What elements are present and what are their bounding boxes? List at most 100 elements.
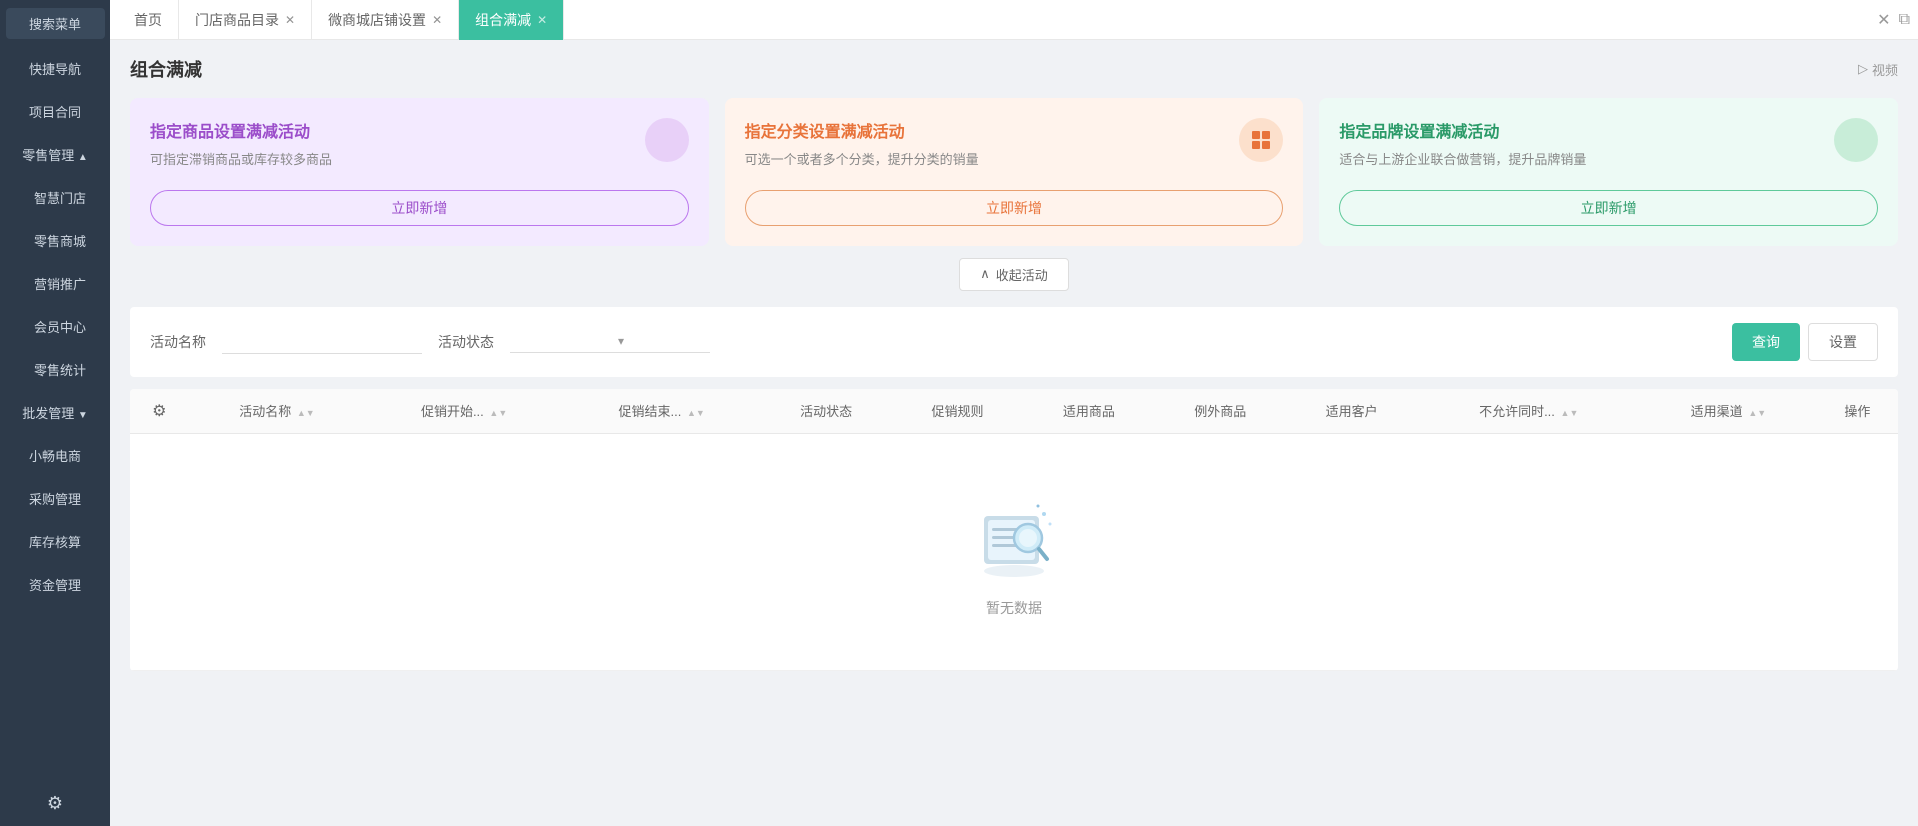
tab-store-catalog-close[interactable]: ✕ xyxy=(285,13,295,27)
sidebar-item-inventory[interactable]: 库存核算 xyxy=(0,520,110,563)
category-card-desc: 可选一个或者多个分类，提升分类的销量 xyxy=(745,150,1284,170)
filter-bar: 活动名称 活动状态 ▾ 查询 设置 xyxy=(130,307,1898,377)
tab-combo-discount-close[interactable]: ✕ xyxy=(537,13,547,27)
empty-illustration xyxy=(964,486,1064,586)
tab-store-catalog[interactable]: 门店商品目录 ✕ xyxy=(179,0,312,40)
table-wrapper: ⚙ 活动名称 ▲▼ 促销开始... ▲▼ 促销结束... ▲▼ xyxy=(130,389,1898,671)
sort-no-concurrent-icon[interactable]: ▲▼ xyxy=(1561,408,1579,418)
tab-combo-discount-label: 组合满减 xyxy=(475,10,531,30)
brand-card-add-button[interactable]: 立即新增 xyxy=(1339,190,1878,226)
sidebar-item-quick-nav[interactable]: 快捷导航 xyxy=(0,47,110,90)
sidebar-item-label: 批发管理 ▼ xyxy=(22,403,88,422)
tab-home-label: 首页 xyxy=(134,10,162,30)
col-activity-name: 活动名称 ▲▼ xyxy=(189,389,366,434)
sidebar-item-smart-store[interactable]: 智慧门店 xyxy=(0,176,110,219)
tab-combo-discount[interactable]: 组合满减 ✕ xyxy=(459,0,564,40)
collapse-bar: ∧ 收起活动 xyxy=(130,258,1898,291)
tab-store-catalog-label: 门店商品目录 xyxy=(195,10,279,30)
activity-status-value xyxy=(510,337,610,345)
activity-name-label: 活动名称 xyxy=(150,332,206,352)
sidebar-item-label: 营销推广 xyxy=(34,274,86,293)
content-area: 组合满减 ▷ 视频 指定商品设置满减活动 🛍 可指定滞销商品或库存较多商品 立即… xyxy=(110,40,1918,826)
setting-button[interactable]: 设置 xyxy=(1808,323,1878,361)
activity-status-select[interactable]: ▾ xyxy=(510,330,710,353)
filter-buttons: 查询 设置 xyxy=(1732,323,1878,361)
brand-card-title: 指定品牌设置满减活动 xyxy=(1339,118,1878,142)
brand-card-desc: 适合与上游企业联合做营销，提升品牌销量 xyxy=(1339,150,1878,170)
sidebar-item-purchase-mgmt[interactable]: 采购管理 xyxy=(0,477,110,520)
sidebar-item-retail-mgmt[interactable]: 零售管理 ▲ xyxy=(0,133,110,176)
video-link[interactable]: ▷ 视频 xyxy=(1858,60,1898,79)
video-label: 视频 xyxy=(1872,60,1898,79)
tab-home[interactable]: 首页 xyxy=(118,0,179,40)
sidebar-item-retail-mall[interactable]: 零售商城 xyxy=(0,219,110,262)
gear-icon[interactable]: ⚙ xyxy=(152,403,166,420)
activity-status-label: 活动状态 xyxy=(438,332,494,352)
search-menu-button[interactable]: 搜索菜单 xyxy=(6,8,105,39)
page-header: 组合满减 ▷ 视频 xyxy=(130,56,1898,82)
sort-activity-name-icon[interactable]: ▲▼ xyxy=(297,408,315,418)
sort-promo-end-icon[interactable]: ▲▼ xyxy=(687,408,705,418)
tabbar: 首页 门店商品目录 ✕ 微商城店铺设置 ✕ 组合满减 ✕ ✕ ⧉ xyxy=(110,0,1918,40)
sort-promo-start-icon[interactable]: ▲▼ xyxy=(489,408,507,418)
tab-wechat-store-close[interactable]: ✕ xyxy=(432,13,442,27)
sidebar-item-label: 零售统计 xyxy=(34,360,86,379)
sidebar-item-marketing[interactable]: 营销推广 xyxy=(0,262,110,305)
empty-state-row: 暂无数据 xyxy=(130,433,1898,670)
category-card-title: 指定分类设置满减活动 xyxy=(745,118,1284,142)
chevron-up-icon: ∧ xyxy=(980,266,990,282)
main-area: 首页 门店商品目录 ✕ 微商城店铺设置 ✕ 组合满减 ✕ ✕ ⧉ 组合满减 ▷ … xyxy=(110,0,1918,826)
product-card-desc: 可指定滞销商品或库存较多商品 xyxy=(150,150,689,170)
page-title: 组合满减 xyxy=(130,56,202,82)
brand-card-icon: 🌿 xyxy=(1834,118,1878,169)
sidebar-item-xiaochang-ecom[interactable]: 小畅电商 xyxy=(0,434,110,477)
col-no-concurrent: 不允许同时... ▲▼ xyxy=(1417,389,1640,434)
brand-activity-card: 指定品牌设置满减活动 🌿 适合与上游企业联合做营销，提升品牌销量 立即新增 xyxy=(1319,98,1898,246)
collapse-activity-button[interactable]: ∧ 收起活动 xyxy=(959,258,1069,291)
table-body: 暂无数据 xyxy=(130,433,1898,670)
sidebar-item-project-contract[interactable]: 项目合同 xyxy=(0,90,110,133)
close-window-icon[interactable]: ✕ xyxy=(1877,10,1890,30)
product-card-icon: 🛍 xyxy=(645,118,689,169)
col-applicable-customer: 适用客户 xyxy=(1286,389,1417,434)
sidebar-item-retail-stats[interactable]: 零售统计 xyxy=(0,348,110,391)
category-card-add-button[interactable]: 立即新增 xyxy=(745,190,1284,226)
sidebar-item-label: 智慧门店 xyxy=(34,188,86,207)
sidebar-item-label: 零售商城 xyxy=(34,231,86,250)
sidebar-item-member-center[interactable]: 会员中心 xyxy=(0,305,110,348)
col-applicable-channel: 适用渠道 ▲▼ xyxy=(1640,389,1817,434)
sidebar-item-label: 零售管理 ▲ xyxy=(22,145,88,164)
sidebar-settings-button[interactable]: ⚙ xyxy=(0,781,110,826)
col-operation: 操作 xyxy=(1817,389,1898,434)
product-activity-card: 指定商品设置满减活动 🛍 可指定滞销商品或库存较多商品 立即新增 xyxy=(130,98,709,246)
category-card-icon xyxy=(1239,118,1283,169)
play-circle-icon: ▷ xyxy=(1858,61,1868,77)
cards-row: 指定商品设置满减活动 🛍 可指定滞销商品或库存较多商品 立即新增 指定分类设置满… xyxy=(130,98,1898,246)
sidebar-item-label: 采购管理 xyxy=(29,489,81,508)
chevron-down-icon: ▾ xyxy=(610,330,710,352)
tab-wechat-store[interactable]: 微商城店铺设置 ✕ xyxy=(312,0,459,40)
activity-name-input[interactable] xyxy=(222,329,422,354)
col-exception-goods: 例外商品 xyxy=(1155,389,1286,434)
collapse-label: 收起活动 xyxy=(996,265,1048,284)
tab-wechat-store-label: 微商城店铺设置 xyxy=(328,10,426,30)
col-applicable-goods: 适用商品 xyxy=(1023,389,1154,434)
sort-applicable-channel-icon[interactable]: ▲▼ xyxy=(1748,408,1766,418)
sidebar-item-label: 资金管理 xyxy=(29,575,81,594)
sidebar-item-label: 小畅电商 xyxy=(29,446,81,465)
sidebar-item-finance-mgmt[interactable]: 资金管理 xyxy=(0,563,110,606)
product-card-title: 指定商品设置满减活动 xyxy=(150,118,689,142)
sidebar-item-wholesale-mgmt[interactable]: 批发管理 ▼ xyxy=(0,391,110,434)
table-header-row: ⚙ 活动名称 ▲▼ 促销开始... ▲▼ 促销结束... ▲▼ xyxy=(130,389,1898,434)
sidebar-item-label: 快捷导航 xyxy=(29,59,81,78)
col-promo-start: 促销开始... ▲▼ xyxy=(365,389,563,434)
empty-text: 暂无数据 xyxy=(986,598,1042,618)
product-card-add-button[interactable]: 立即新增 xyxy=(150,190,689,226)
settings-icon: ⚙ xyxy=(47,793,63,813)
query-button[interactable]: 查询 xyxy=(1732,323,1800,361)
tabbar-right: ✕ ⧉ xyxy=(1877,10,1910,30)
col-gear: ⚙ xyxy=(130,389,189,434)
sidebar-item-label: 项目合同 xyxy=(29,102,81,121)
restore-window-icon[interactable]: ⧉ xyxy=(1899,11,1910,29)
activity-table: ⚙ 活动名称 ▲▼ 促销开始... ▲▼ 促销结束... ▲▼ xyxy=(130,389,1898,671)
